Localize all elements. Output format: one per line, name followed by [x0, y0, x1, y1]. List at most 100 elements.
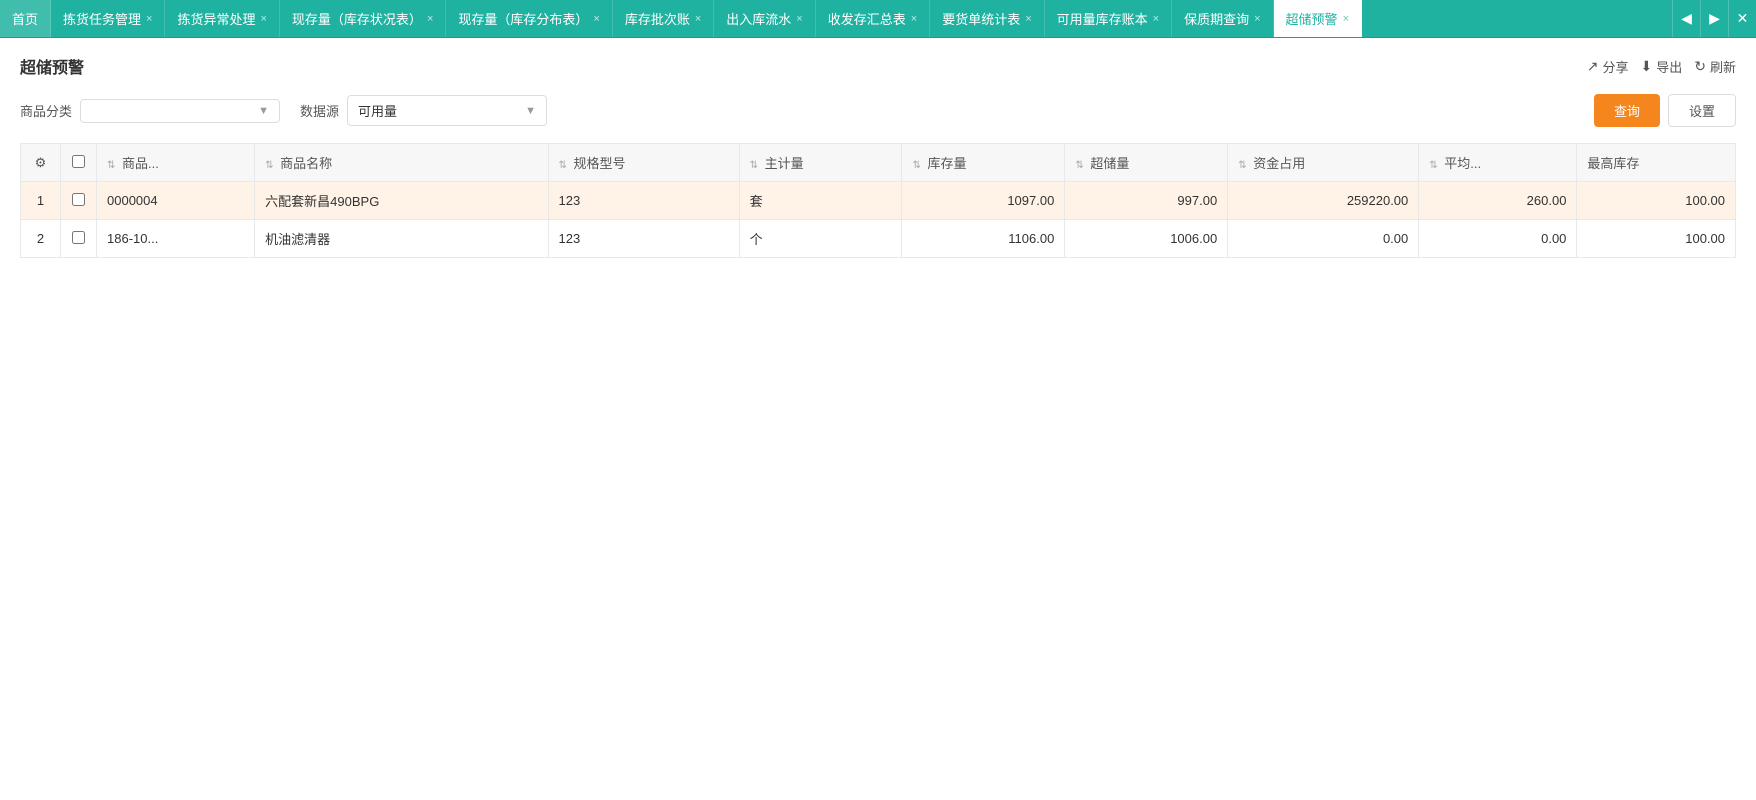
header-actions: ↗ 分享 ⬇ 导出 ↻ 刷新	[1587, 57, 1736, 76]
nav-item-available[interactable]: 可用量库存账本 ×	[1045, 0, 1172, 37]
gear-icon: ⚙	[35, 155, 47, 170]
table-row[interactable]: 2 186-10... 机油滤清器 123 个 1106.00 1006.00 …	[21, 220, 1736, 258]
cell-spec: 123	[548, 220, 739, 258]
refresh-button[interactable]: ↻ 刷新	[1694, 57, 1736, 76]
cell-capital: 0.00	[1228, 220, 1419, 258]
cell-product-code: 0000004	[97, 182, 255, 220]
close-summary-icon[interactable]: ×	[911, 13, 917, 25]
cell-product-code: 186-10...	[97, 220, 255, 258]
nav-item-order-stat[interactable]: 要货单统计表 ×	[930, 0, 1044, 37]
nav-item-overstock[interactable]: 超储预警 ×	[1274, 0, 1362, 37]
page-container: 超储预警 ↗ 分享 ⬇ 导出 ↻ 刷新 商品分类 ▼ 数据源	[0, 38, 1756, 800]
sort-stock-icon: ⇅	[912, 160, 920, 171]
row-checkbox-cell	[61, 182, 97, 220]
table-body: 1 0000004 六配套新昌490BPG 123 套 1097.00 997.…	[21, 182, 1736, 258]
row-checkbox[interactable]	[72, 193, 85, 206]
page-title: 超储预警	[20, 54, 84, 78]
close-available-icon[interactable]: ×	[1153, 13, 1159, 25]
cell-product-name: 机油滤清器	[255, 220, 548, 258]
share-icon: ↗	[1587, 58, 1599, 75]
col-max-stock: 最高库存	[1577, 144, 1736, 182]
close-task-icon[interactable]: ×	[146, 13, 152, 25]
cell-overstock: 1006.00	[1065, 220, 1228, 258]
sort-overstock-icon: ⇅	[1075, 160, 1083, 171]
close-order-stat-icon[interactable]: ×	[1025, 13, 1031, 25]
category-label: 商品分类	[20, 101, 72, 120]
export-button[interactable]: ⬇ 导出	[1641, 57, 1683, 76]
settings-button[interactable]: 设置	[1668, 94, 1736, 127]
cell-avg: 0.00	[1419, 220, 1577, 258]
refresh-icon: ↻	[1694, 58, 1706, 75]
col-product-name[interactable]: ⇅ 商品名称	[255, 144, 548, 182]
col-product-code[interactable]: ⇅ 商品...	[97, 144, 255, 182]
nav-item-expiry[interactable]: 保质期查询 ×	[1172, 0, 1273, 37]
nav-next-arrow[interactable]: ▶	[1700, 0, 1728, 37]
select-all-checkbox[interactable]	[72, 155, 85, 168]
col-stock[interactable]: ⇅ 库存量	[902, 144, 1065, 182]
close-stock-status-icon[interactable]: ×	[427, 13, 433, 25]
table-row[interactable]: 1 0000004 六配套新昌490BPG 123 套 1097.00 997.…	[21, 182, 1736, 220]
cell-unit: 套	[739, 182, 902, 220]
col-avg[interactable]: ⇅ 平均...	[1419, 144, 1577, 182]
share-button[interactable]: ↗ 分享	[1587, 57, 1629, 76]
cell-max-stock: 100.00	[1577, 220, 1736, 258]
sort-capital-icon: ⇅	[1238, 160, 1246, 171]
nav-item-inout[interactable]: 出入库流水 ×	[714, 0, 815, 37]
sort-unit-icon: ⇅	[750, 160, 758, 171]
col-unit[interactable]: ⇅ 主计量	[739, 144, 902, 182]
data-table: ⚙ ⇅ 商品... ⇅ 商品名称 ⇅ 规格型号 ⇅	[20, 143, 1736, 258]
row-checkbox-cell	[61, 220, 97, 258]
nav-prev-arrow[interactable]: ◀	[1672, 0, 1700, 37]
nav-item-stock-status[interactable]: 现存量（库存状况表） ×	[280, 0, 446, 37]
sort-avg-icon: ⇅	[1429, 160, 1437, 171]
nav-item-batch[interactable]: 库存批次账 ×	[613, 0, 714, 37]
close-inout-icon[interactable]: ×	[796, 13, 802, 25]
row-checkbox[interactable]	[72, 231, 85, 244]
datasource-select[interactable]: 可用量 ▼	[347, 95, 547, 126]
category-select[interactable]: ▼	[80, 99, 280, 123]
page-header: 超储预警 ↗ 分享 ⬇ 导出 ↻ 刷新	[20, 54, 1736, 78]
close-batch-icon[interactable]: ×	[695, 13, 701, 25]
row-number: 1	[21, 182, 61, 220]
nav-item-task[interactable]: 拣货任务管理 ×	[51, 0, 165, 37]
datasource-label: 数据源	[300, 101, 339, 120]
cell-stock: 1097.00	[902, 182, 1065, 220]
category-arrow-icon: ▼	[258, 105, 269, 117]
close-overstock-icon[interactable]: ×	[1343, 13, 1349, 25]
cell-product-name: 六配套新昌490BPG	[255, 182, 548, 220]
close-stock-dist-icon[interactable]: ×	[593, 13, 599, 25]
cell-max-stock: 100.00	[1577, 182, 1736, 220]
filter-actions: 查询 设置	[1594, 94, 1736, 127]
nav-item-summary[interactable]: 收发存汇总表 ×	[816, 0, 930, 37]
category-filter: 商品分类 ▼	[20, 99, 280, 123]
sort-product-code-icon: ⇅	[107, 160, 115, 171]
col-overstock[interactable]: ⇅ 超储量	[1065, 144, 1228, 182]
nav-close-arrow[interactable]: ✕	[1728, 0, 1756, 37]
close-exception-icon[interactable]: ×	[260, 13, 266, 25]
col-capital[interactable]: ⇅ 资金占用	[1228, 144, 1419, 182]
query-button[interactable]: 查询	[1594, 94, 1660, 127]
datasource-arrow-icon: ▼	[525, 105, 536, 117]
cell-overstock: 997.00	[1065, 182, 1228, 220]
top-nav: 首页 拣货任务管理 × 拣货异常处理 × 现存量（库存状况表） × 现存量（库存…	[0, 0, 1756, 38]
nav-item-exception[interactable]: 拣货异常处理 ×	[165, 0, 279, 37]
nav-item-stock-dist[interactable]: 现存量（库存分布表） ×	[446, 0, 612, 37]
filter-row: 商品分类 ▼ 数据源 可用量 ▼ 查询 设置	[20, 94, 1736, 127]
cell-spec: 123	[548, 182, 739, 220]
nav-arrows: ◀ ▶ ✕	[1672, 0, 1756, 37]
sort-product-name-icon: ⇅	[265, 160, 273, 171]
nav-item-home[interactable]: 首页	[0, 0, 51, 37]
close-expiry-icon[interactable]: ×	[1254, 13, 1260, 25]
col-spec[interactable]: ⇅ 规格型号	[548, 144, 739, 182]
export-icon: ⬇	[1641, 58, 1653, 75]
col-gear[interactable]: ⚙	[21, 144, 61, 182]
col-checkbox	[61, 144, 97, 182]
sort-spec-icon: ⇅	[559, 160, 567, 171]
datasource-value: 可用量	[358, 101, 397, 120]
cell-capital: 259220.00	[1228, 182, 1419, 220]
cell-avg: 260.00	[1419, 182, 1577, 220]
cell-unit: 个	[739, 220, 902, 258]
cell-stock: 1106.00	[902, 220, 1065, 258]
datasource-filter: 数据源 可用量 ▼	[300, 95, 547, 126]
row-number: 2	[21, 220, 61, 258]
